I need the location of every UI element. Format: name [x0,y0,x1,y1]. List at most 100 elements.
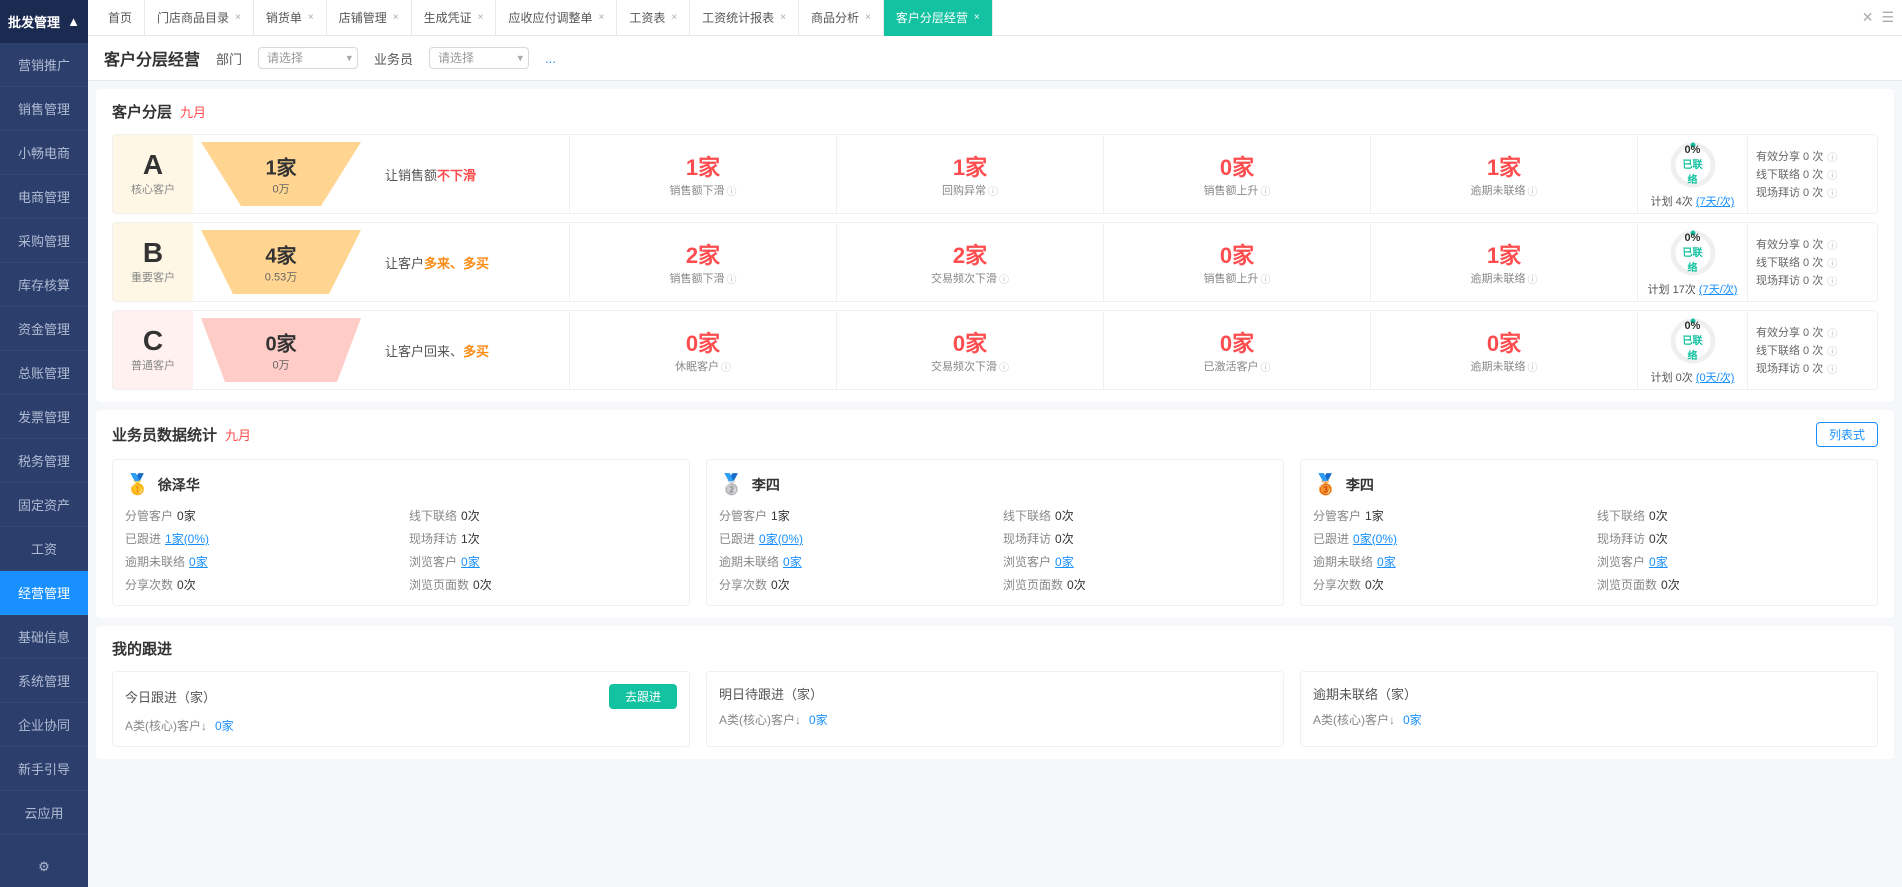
tier-name-b: 重要客户 [131,269,175,285]
tab-close-gongzibiao[interactable]: × [671,0,677,36]
main-area: 首页门店商品目录×销货单×店铺管理×生成凭证×应收应付调整单×工资表×工资统计报… [88,0,1902,887]
sidebar-item-zijin[interactable]: 资金管理 [0,307,88,351]
tab-gongzitjbg[interactable]: 工资统计报表× [690,0,799,36]
tab-xiaohuodan[interactable]: 销货单× [254,0,327,36]
dept-select[interactable]: 请选择 [258,47,358,69]
tier-stat-c-2[interactable]: 0家已激活客户 ⓘ [1103,311,1370,389]
tab-kehufengcengjingying[interactable]: 客户分层经营× [884,0,993,36]
sidebar-item-kucun[interactable]: 库存核算 [0,263,88,307]
stat-num: 0家 [1220,326,1254,358]
sidebar-item-xiaodian[interactable]: 小畅电商 [0,131,88,175]
circle-plan: 计划 17次 (7天/次) [1648,281,1738,297]
tab-dianshanpuguanli[interactable]: 店铺管理× [327,0,412,36]
tier-stat-b-3[interactable]: 1家逾期未联络 ⓘ [1370,223,1637,301]
tier-stat-a-0[interactable]: 1家销售额下滑 ⓘ [569,135,836,213]
stat-label: 回购异常 ⓘ [942,182,998,198]
sidebar-top[interactable]: 批发管理 ▲ [0,0,88,43]
follow-col-0: 今日跟进（家）去跟进A类(核心)客户↓0家 [112,671,690,747]
tier-stat-c-0[interactable]: 0家休眠客户 ⓘ [569,311,836,389]
sidebar-item-fapiao[interactable]: 发票管理 [0,395,88,439]
biz-row-1-6: 分享次数0次 [719,576,987,593]
tier-row-c: C普通客户0家0万让客户回来、多买0家休眠客户 ⓘ0家交易频次下滑 ⓘ0家已激活… [112,310,1878,390]
follow-btn-0[interactable]: 去跟进 [609,684,677,709]
biz-card-header-1: 🥈李四 [719,472,1271,497]
sidebar-item-shuiwu[interactable]: 税务管理 [0,439,88,483]
tier-letter-b: B [143,239,163,267]
biz-month-badge: 九月 [225,425,251,444]
tier-stat-b-1[interactable]: 2家交易频次下滑 ⓘ [836,223,1103,301]
tab-close-shengchengpinzheng[interactable]: × [478,0,484,36]
sidebar-item-zhangzhang[interactable]: 总账管理 [0,351,88,395]
sidebar-item-jingying[interactable]: 经营管理 [0,571,88,615]
tier-stat-b-2[interactable]: 0家销售额上升 ⓘ [1103,223,1370,301]
tier-stat-a-1[interactable]: 1家回购异常 ⓘ [836,135,1103,213]
tier-name-a: 核心客户 [131,181,175,197]
right-stat-row: 现场拜访 0 次 ⓘ [1756,272,1869,288]
customer-section-title: 客户分层 [112,101,172,122]
tier-amount-c: 0万 [265,357,296,373]
tier-stat-a-3[interactable]: 1家逾期未联络 ⓘ [1370,135,1637,213]
tier-stat-b-0[interactable]: 2家销售额下滑 ⓘ [569,223,836,301]
biz-row-2-0: 分管客户1家 [1313,507,1581,524]
tab-close-kehufengcengjingying[interactable]: × [974,0,980,36]
list-view-btn[interactable]: 列表式 [1816,422,1878,447]
tier-right-stats-a: 有效分享 0 次 ⓘ线下联络 0 次 ⓘ现场拜访 0 次 ⓘ [1747,135,1877,213]
tab-mendianshanpinmulu[interactable]: 门店商品目录× [145,0,254,36]
sidebar-item-xitong[interactable]: 系统管理 [0,659,88,703]
tab-close-gongzitjbg[interactable]: × [780,0,786,36]
biz-row-0-0: 分管客户0家 [125,507,393,524]
tab-close-yingshouzhifu[interactable]: × [598,0,604,36]
circle-plan: 计划 0次 (0天/次) [1651,369,1735,385]
biz-row-2-7: 浏览页面数0次 [1597,576,1865,593]
tier-funnel-b: 4家0.53万 [201,230,361,294]
tab-close-xiaohuodan[interactable]: × [308,0,314,36]
tab-label-mendianshanpinmulu: 门店商品目录 [157,0,229,36]
biz-name-0: 徐泽华 [158,475,200,495]
follow-sub-row-1: A类(核心)客户↓0家 [719,711,1271,728]
tier-stat-c-1[interactable]: 0家交易频次下滑 ⓘ [836,311,1103,389]
tab-gongzibiao[interactable]: 工资表× [617,0,690,36]
biz-section-title: 业务员数据统计 [112,424,217,445]
tier-right-stats-b: 有效分享 0 次 ⓘ线下联络 0 次 ⓘ现场拜访 0 次 ⓘ [1747,223,1877,301]
tab-close-all-icon[interactable]: ✕ [1862,9,1874,26]
sidebar-item-xiaoshou[interactable]: 销售管理 [0,87,88,131]
tab-menu-icon[interactable]: ☰ [1881,9,1894,26]
sidebar-item-jichu[interactable]: 基础信息 [0,615,88,659]
staff-select[interactable]: 请选择 [429,47,529,69]
tier-circle-c: 0% 已联络 计划 0次 (0天/次) [1637,311,1747,389]
tier-action-c: 让客户回来、多买 [369,341,569,360]
sidebar: 批发管理 ▲ 营销推广销售管理小畅电商电商管理采购管理库存核算资金管理总账管理发… [0,0,88,887]
sidebar-gear[interactable]: ⚙ [0,847,88,887]
sidebar-item-xinshou[interactable]: 新手引导 [0,747,88,791]
sidebar-collapse-icon[interactable]: ▲ [67,14,80,29]
tab-home[interactable]: 首页 [96,0,145,36]
medal-icon-2: 🥉 [1313,472,1338,497]
stat-label: 销售额下滑 ⓘ [670,270,737,286]
sidebar-item-yingxiao[interactable]: 营销推广 [0,43,88,87]
sidebar-item-gudingzichan[interactable]: 固定资产 [0,483,88,527]
tab-label-home: 首页 [108,0,132,36]
sidebar-item-yun[interactable]: 云应用 [0,791,88,835]
sidebar-item-qiye[interactable]: 企业协同 [0,703,88,747]
sidebar-item-dianshangg[interactable]: 电商管理 [0,175,88,219]
stat-label: 逾期未联络 ⓘ [1471,270,1538,286]
right-stat-row: 现场拜访 0 次 ⓘ [1756,184,1869,200]
tab-close-shangpinfenxi[interactable]: × [865,0,871,36]
sidebar-item-caigou[interactable]: 采购管理 [0,219,88,263]
stat-label: 销售额上升 ⓘ [1204,270,1271,286]
biz-row-0-5: 浏览客户0家 [409,553,677,570]
tab-close-dianshanpuguanli[interactable]: × [393,0,399,36]
right-stat-row: 现场拜访 0 次 ⓘ [1756,360,1869,376]
tab-yingshouzhifu[interactable]: 应收应付调整单× [496,0,617,36]
tier-stat-a-2[interactable]: 0家销售额上升 ⓘ [1103,135,1370,213]
tier-stat-c-3[interactable]: 0家逾期未联络 ⓘ [1370,311,1637,389]
more-filter-btn[interactable]: ... [545,51,556,66]
tab-close-mendianshanpinmulu[interactable]: × [235,0,241,36]
biz-row-2-2: 已跟进0家(0%) [1313,530,1581,547]
tab-shangpinfenxi[interactable]: 商品分析× [799,0,884,36]
tab-label-gongzibiao: 工资表 [629,0,665,36]
tab-shengchengpinzheng[interactable]: 生成凭证× [412,0,497,36]
sidebar-item-gongzi[interactable]: 工资 [0,527,88,571]
tier-circle-a: 0% 已联络 计划 4次 (7天/次) [1637,135,1747,213]
stat-num: 0家 [1487,326,1521,358]
